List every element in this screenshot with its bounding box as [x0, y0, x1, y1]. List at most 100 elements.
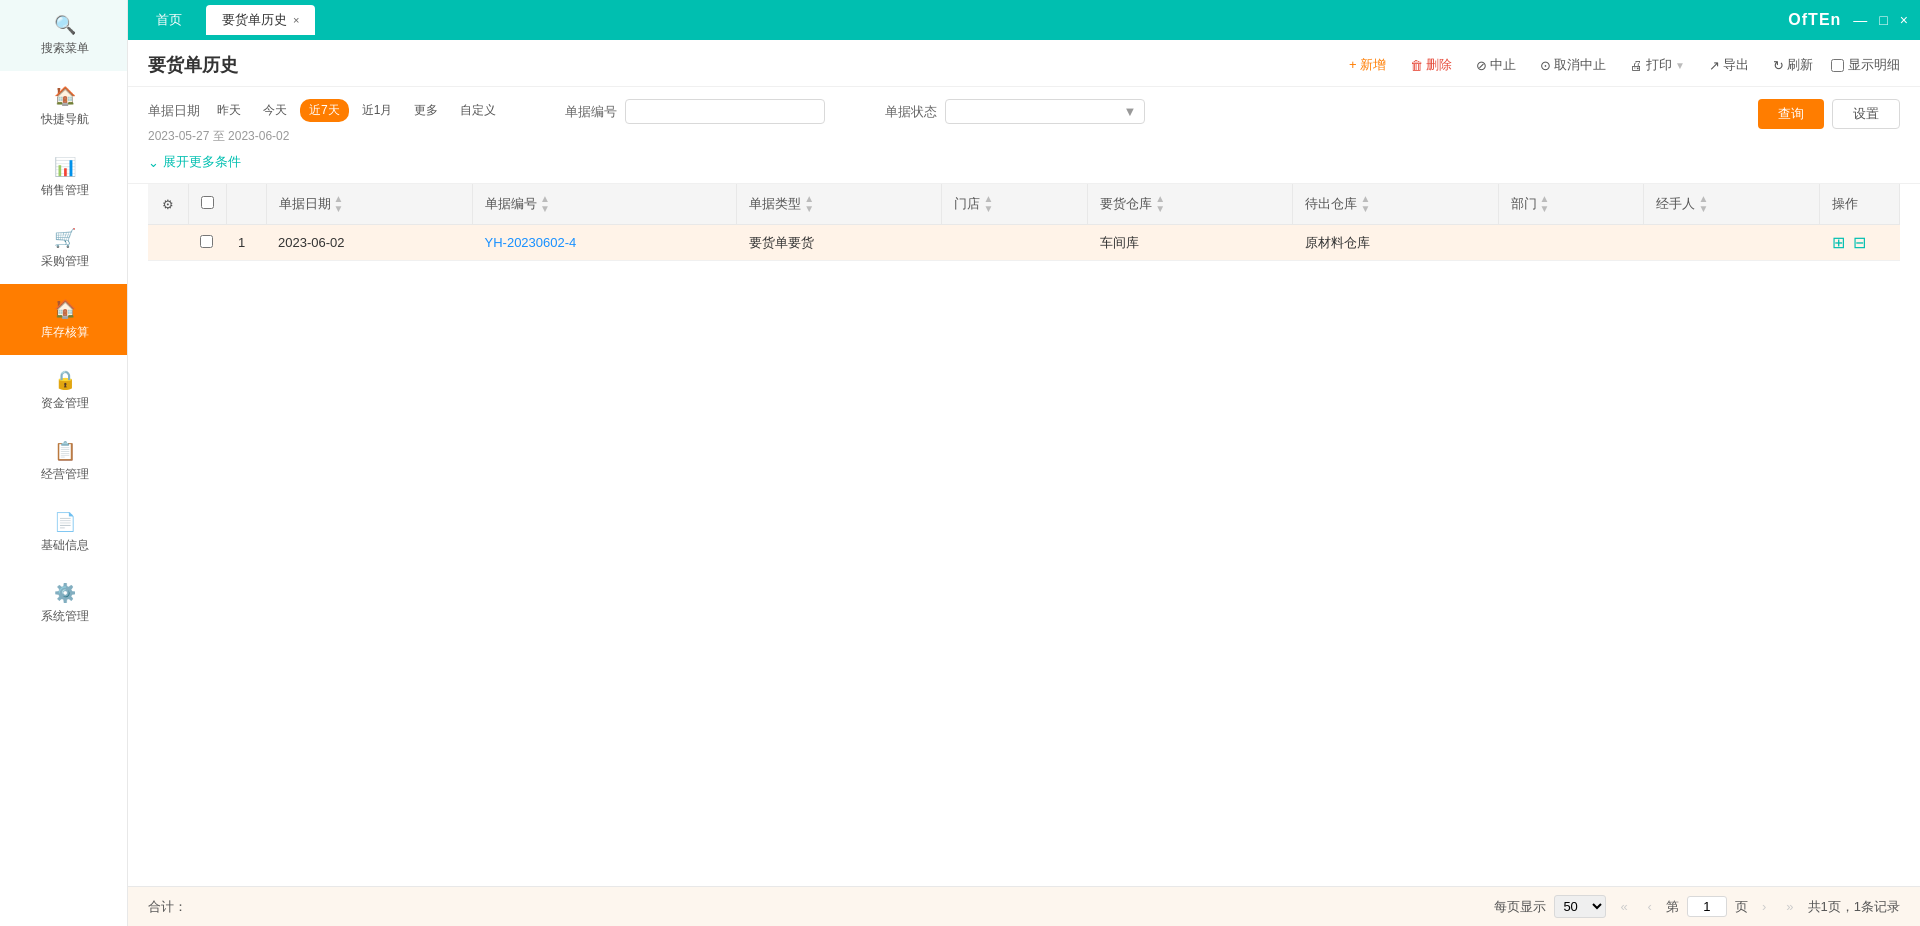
th-action: 操作 — [1820, 184, 1900, 225]
chevron-down-expand-icon: ⌄ — [148, 155, 159, 170]
settings-button[interactable]: 设置 — [1832, 99, 1900, 129]
th-checkbox — [188, 184, 226, 225]
sidebar-item-inventory[interactable]: 🏠 库存核算 — [0, 284, 127, 355]
page-header: 要货单历史 + 新增 🗑 删除 ⊘ 中止 ⊙ 取消中止 🖨 打印 — [128, 40, 1920, 87]
row-checkbox[interactable] — [200, 235, 213, 248]
th-bill-type[interactable]: 单据类型 ▲▼ — [737, 184, 942, 225]
sidebar-item-sales-mgmt[interactable]: 📊 销售管理 — [0, 142, 127, 213]
page-size-select[interactable]: 20 50 100 200 — [1554, 895, 1606, 918]
chart-icon: 📊 — [54, 156, 76, 178]
td-pending-warehouse: 原材料仓库 — [1293, 225, 1498, 261]
display-detail-checkbox[interactable] — [1831, 59, 1844, 72]
td-req-warehouse: 车间库 — [1088, 225, 1293, 261]
stop-button[interactable]: ⊘ 中止 — [1470, 52, 1522, 78]
print-button[interactable]: 🖨 打印 ▼ — [1624, 52, 1691, 78]
tab-close-icon[interactable]: × — [293, 14, 299, 26]
td-checkbox — [188, 225, 226, 261]
sidebar-item-quick-nav[interactable]: 🏠 快捷导航 — [0, 71, 127, 142]
page-suffix: 页 — [1735, 898, 1748, 916]
cart-icon: 🛒 — [54, 227, 76, 249]
sidebar: 🔍 搜索菜单 🏠 快捷导航 📊 销售管理 🛒 采购管理 🏠 库存核算 🔒 资金管… — [0, 0, 128, 926]
th-bill-number[interactable]: 单据编号 ▲▼ — [473, 184, 737, 225]
next-page-button[interactable]: › — [1756, 897, 1772, 916]
brand-label: OfTEn — [1788, 11, 1841, 29]
date-buttons: 昨天 今天 近7天 近1月 更多 自定义 — [208, 99, 505, 122]
first-page-button[interactable]: « — [1614, 897, 1633, 916]
date-label: 单据日期 — [148, 102, 200, 120]
sidebar-item-basic-info[interactable]: 📄 基础信息 — [0, 497, 127, 568]
date-btn-7days[interactable]: 近7天 — [300, 99, 349, 122]
bill-number-link[interactable]: YH-20230602-4 — [485, 235, 577, 250]
filter-date: 单据日期 昨天 今天 近7天 近1月 更多 自定义 2023-05-27 至 2… — [148, 99, 505, 145]
last-page-button[interactable]: » — [1780, 897, 1799, 916]
cancel-stop-button[interactable]: ⊙ 取消中止 — [1534, 52, 1612, 78]
sort-bill-number-icon: ▲▼ — [540, 194, 550, 214]
export-icon: ↗ — [1709, 58, 1720, 73]
expand-more-button[interactable]: ⌄ 展开更多条件 — [148, 153, 1900, 171]
th-department[interactable]: 部门 ▲▼ — [1498, 184, 1644, 225]
display-detail-toggle[interactable]: 显示明细 — [1831, 56, 1900, 74]
th-bill-date[interactable]: 单据日期 ▲▼ — [266, 184, 473, 225]
td-row-num: 1 — [226, 225, 266, 261]
edit-icon[interactable]: ⊞ — [1832, 233, 1845, 252]
filter-area: 单据日期 昨天 今天 近7天 近1月 更多 自定义 2023-05-27 至 2… — [128, 87, 1920, 184]
sort-bill-type-icon: ▲▼ — [804, 194, 814, 214]
doc-icon: 📄 — [54, 511, 76, 533]
refresh-button[interactable]: ↻ 刷新 — [1767, 52, 1819, 78]
summary-label: 合计： — [148, 898, 187, 916]
tab-home[interactable]: 首页 — [140, 5, 198, 35]
th-pending-warehouse[interactable]: 待出仓库 ▲▼ — [1293, 184, 1498, 225]
th-handler[interactable]: 经手人 ▲▼ — [1644, 184, 1820, 225]
th-req-warehouse[interactable]: 要货仓库 ▲▼ — [1088, 184, 1293, 225]
new-button[interactable]: + 新增 — [1343, 52, 1392, 78]
td-gear — [148, 225, 188, 261]
filter-bill-status: 单据状态 ▼ — [885, 99, 1145, 124]
td-bill-date: 2023-06-02 — [266, 225, 473, 261]
td-action: ⊞ ⊟ — [1820, 225, 1900, 261]
bill-status-select[interactable]: ▼ — [945, 99, 1145, 124]
date-btn-more[interactable]: 更多 — [405, 99, 447, 122]
filter-actions: 查询 设置 — [1758, 99, 1900, 129]
table-header-row: ⚙ 单据日期 ▲▼ 单据编号 — [148, 184, 1900, 225]
sort-pending-warehouse-icon: ▲▼ — [1360, 194, 1370, 214]
date-range-display: 2023-05-27 至 2023-06-02 — [148, 128, 505, 145]
delete-icon: 🗑 — [1410, 58, 1423, 73]
print-icon: 🖨 — [1630, 58, 1643, 73]
td-handler — [1644, 225, 1820, 261]
page-number-input[interactable] — [1687, 896, 1727, 917]
window-max-icon[interactable]: □ — [1879, 12, 1887, 28]
sort-store-icon: ▲▼ — [983, 194, 993, 214]
content-area: 要货单历史 + 新增 🗑 删除 ⊘ 中止 ⊙ 取消中止 🖨 打印 — [128, 40, 1920, 926]
filter-row: 单据日期 昨天 今天 近7天 近1月 更多 自定义 2023-05-27 至 2… — [148, 99, 1900, 145]
sidebar-item-search-menu[interactable]: 🔍 搜索菜单 — [0, 0, 127, 71]
td-store — [942, 225, 1088, 261]
td-bill-type: 要货单要货 — [737, 225, 942, 261]
bill-number-label: 单据编号 — [565, 103, 617, 121]
pagination: 每页显示 20 50 100 200 « ‹ 第 页 › » 共1页，1条记录 — [1494, 895, 1900, 918]
sidebar-item-sys-mgmt[interactable]: ⚙️ 系统管理 — [0, 568, 127, 639]
sort-handler-icon: ▲▼ — [1698, 194, 1708, 214]
gear-icon: ⚙️ — [54, 582, 76, 604]
sidebar-item-ops-mgmt[interactable]: 📋 经营管理 — [0, 426, 127, 497]
sort-req-warehouse-icon: ▲▼ — [1155, 194, 1165, 214]
date-btn-1month[interactable]: 近1月 — [353, 99, 402, 122]
window-min-icon[interactable]: — — [1853, 12, 1867, 28]
date-btn-yesterday[interactable]: 昨天 — [208, 99, 250, 122]
export-button[interactable]: ↗ 导出 — [1703, 52, 1755, 78]
select-all-checkbox[interactable] — [201, 196, 214, 209]
sidebar-item-finance-mgmt[interactable]: 🔒 资金管理 — [0, 355, 127, 426]
query-button[interactable]: 查询 — [1758, 99, 1824, 129]
bill-number-input[interactable] — [625, 99, 825, 124]
window-close-icon[interactable]: × — [1900, 12, 1908, 28]
sidebar-item-purchase-mgmt[interactable]: 🛒 采购管理 — [0, 213, 127, 284]
date-btn-today[interactable]: 今天 — [254, 99, 296, 122]
th-store[interactable]: 门店 ▲▼ — [942, 184, 1088, 225]
delete-button[interactable]: 🗑 删除 — [1404, 52, 1458, 78]
th-gear[interactable]: ⚙ — [148, 184, 188, 225]
prev-page-button[interactable]: ‹ — [1642, 897, 1658, 916]
date-btn-custom[interactable]: 自定义 — [451, 99, 505, 122]
sort-department-icon: ▲▼ — [1540, 194, 1550, 214]
tab-active[interactable]: 要货单历史 × — [206, 5, 315, 35]
print-dropdown-icon[interactable]: ▼ — [1675, 60, 1685, 71]
more-icon[interactable]: ⊟ — [1853, 233, 1866, 252]
